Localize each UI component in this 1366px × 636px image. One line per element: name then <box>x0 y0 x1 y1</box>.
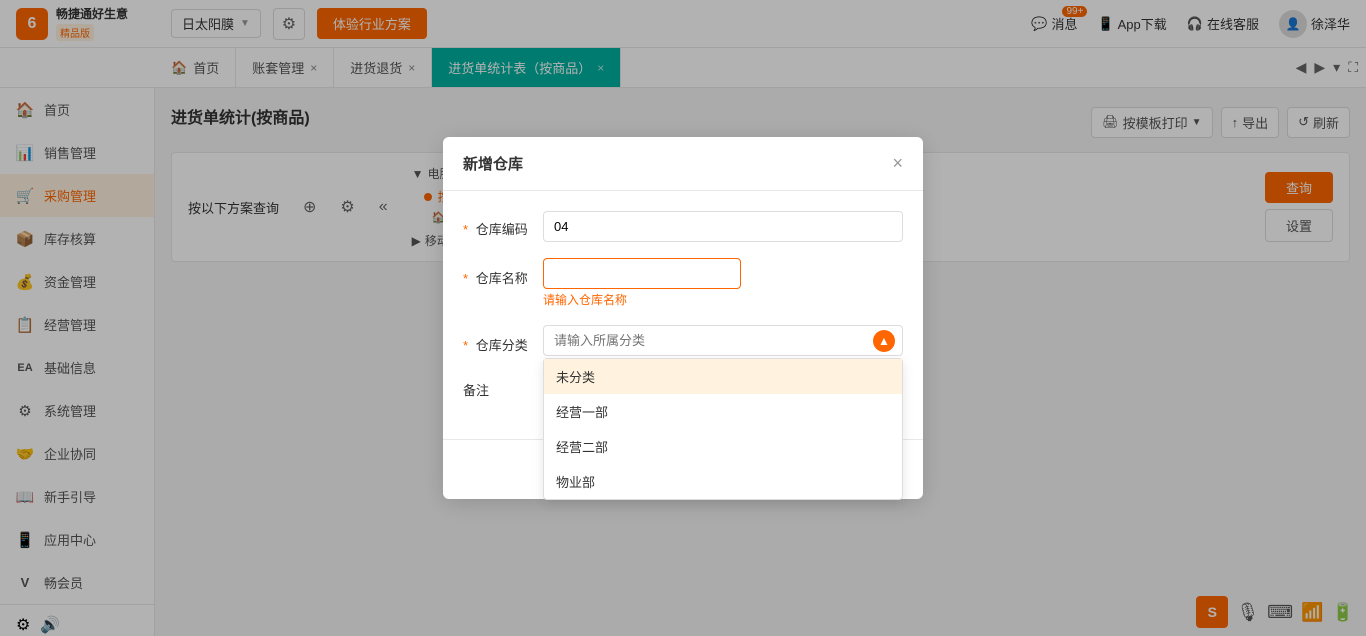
category-input-wrap: ▲ 未分类 经营一部 经营二部 物业部 <box>543 325 903 356</box>
dropdown-item-uncategorized[interactable]: 未分类 <box>544 359 902 394</box>
warehouse-name-error: 请输入仓库名称 <box>543 291 627 309</box>
remark-label: 备注 <box>463 372 543 399</box>
warehouse-modal: 新增仓库 × * 仓库编码 * 仓库名称 <box>443 137 923 499</box>
warehouse-name-input-row: * 仓库名称 <box>463 258 741 289</box>
required-star: * <box>463 271 468 286</box>
warehouse-category-label: * 仓库分类 <box>463 327 543 354</box>
warehouse-name-label: * 仓库名称 <box>463 260 543 287</box>
dropdown-item-dept1[interactable]: 经营一部 <box>544 394 902 429</box>
modal-title: 新增仓库 <box>463 153 523 174</box>
warehouse-name-row: * 仓库名称 请输入仓库名称 <box>463 258 903 309</box>
warehouse-category-input[interactable] <box>543 325 903 356</box>
dropdown-item-dept2[interactable]: 经营二部 <box>544 429 902 464</box>
required-star: * <box>463 338 468 353</box>
warehouse-code-label: * 仓库编码 <box>463 211 543 238</box>
warehouse-category-row: * 仓库分类 ▲ 未分类 经营一部 经营二部 物业部 <box>463 325 903 356</box>
modal-overlay: 新增仓库 × * 仓库编码 * 仓库名称 <box>0 0 1366 636</box>
warehouse-code-input[interactable] <box>543 211 903 242</box>
dropdown-item-dept3[interactable]: 物业部 <box>544 464 902 499</box>
warehouse-code-row: * 仓库编码 <box>463 211 903 242</box>
required-star: * <box>463 222 468 237</box>
modal-body: * 仓库编码 * 仓库名称 请输入仓库名称 <box>443 191 923 439</box>
category-dropdown: 未分类 经营一部 经营二部 物业部 <box>543 358 903 500</box>
modal-header: 新增仓库 × <box>443 137 923 191</box>
category-arrow-icon[interactable]: ▲ <box>873 330 895 352</box>
modal-close-button[interactable]: × <box>892 153 903 174</box>
warehouse-name-input[interactable] <box>543 258 741 289</box>
